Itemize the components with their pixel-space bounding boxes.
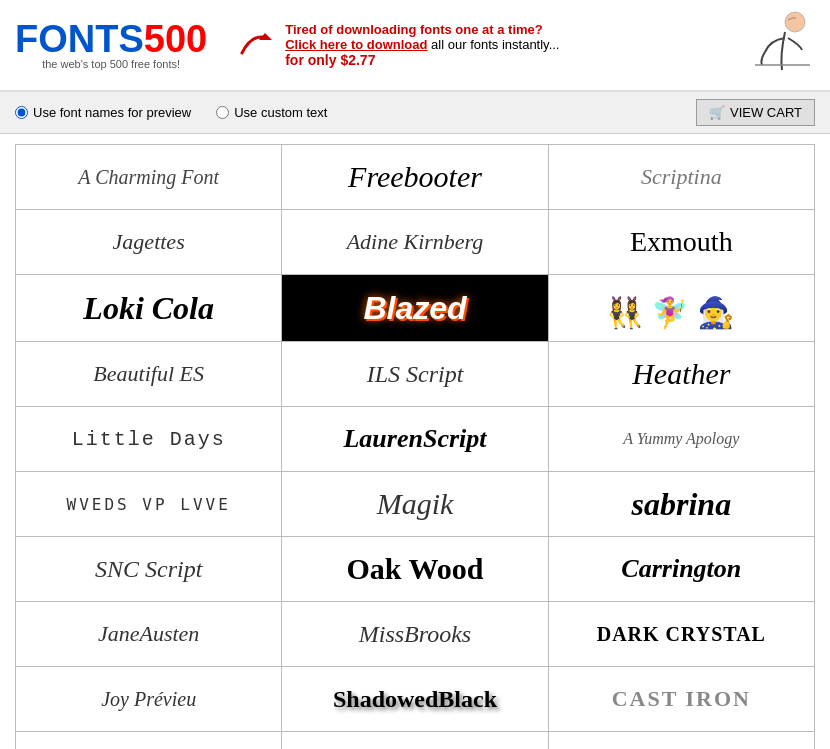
font-grid: A Charming Font Freebooter Scriptina Jag…: [15, 144, 815, 749]
radio-font-names[interactable]: Use font names for preview: [15, 105, 191, 120]
font-cell-blazed[interactable]: Blazed: [282, 275, 548, 342]
radio-custom-text[interactable]: Use custom text: [216, 105, 327, 120]
font-cell-sabrina[interactable]: sabrina: [549, 472, 815, 537]
ad-price: for only $2.77: [285, 52, 559, 68]
font-cell-shadowedblack[interactable]: ShadowedBlack: [282, 667, 548, 732]
ad-line2: Click here to download all our fonts ins…: [285, 37, 559, 52]
font-cell-ils[interactable]: ILS Script: [282, 342, 548, 407]
font-cell-words[interactable]: WVEDS VP LVVE: [16, 472, 282, 537]
font-grid-container: A Charming Font Freebooter Scriptina Jag…: [0, 134, 830, 749]
radio-custom-text-input[interactable]: [216, 106, 229, 119]
font-cell-scriptina[interactable]: Scriptina: [549, 145, 815, 210]
font-cell-missbrooks[interactable]: MissBrooks: [282, 602, 548, 667]
font-cell-magik[interactable]: Magik: [282, 472, 548, 537]
toolbar: Use font names for preview Use custom te…: [0, 92, 830, 134]
view-cart-button[interactable]: 🛒 VIEW CART: [696, 99, 815, 126]
cart-label: VIEW CART: [730, 105, 802, 120]
person-figure: [750, 10, 815, 80]
cart-icon: 🛒: [709, 105, 725, 120]
font-cell-carrington[interactable]: Carrington: [549, 537, 815, 602]
font-cell-a-charming[interactable]: A Charming Font: [16, 145, 282, 210]
font-cell-joy[interactable]: Joy Prévieu: [16, 667, 282, 732]
logo-sub: the web's top 500 free fonts!: [42, 58, 180, 70]
ad-rest: all our fonts instantly...: [431, 37, 559, 52]
font-cell-beautiful[interactable]: Beautiful ES: [16, 342, 282, 407]
ad-line1: Tired of downloading fonts one at a time…: [285, 22, 559, 37]
radio-custom-text-label: Use custom text: [234, 105, 327, 120]
figures-svg: 👯‍♀️ 🧚‍♀️ 🧙‍♀️: [601, 283, 761, 333]
header: FONTS500 the web's top 500 free fonts! T…: [0, 0, 830, 92]
radio-font-names-input[interactable]: [15, 106, 28, 119]
font-cell-littledays[interactable]: Little Days: [16, 407, 282, 472]
font-cell-yummy[interactable]: A Yummy Apology: [549, 407, 815, 472]
font-cell-freebooter[interactable]: Freebooter: [282, 145, 548, 210]
toolbar-left: Use font names for preview Use custom te…: [15, 105, 696, 120]
font-cell-lauren[interactable]: LaurenScript: [282, 407, 548, 472]
font-cell-loki[interactable]: Loki Cola: [16, 275, 282, 342]
arrow-icon: [237, 28, 277, 63]
svg-point-1: [785, 12, 805, 32]
font-cell-darkcrystal[interactable]: DarK CrySTal: [549, 602, 815, 667]
ad-link[interactable]: Click here to download: [285, 37, 427, 52]
logo-text: FONTS500: [15, 20, 207, 58]
font-cell-blackrose[interactable]: Black Rose: [549, 732, 815, 749]
font-cell-castiron[interactable]: CAST IRON: [549, 667, 815, 732]
font-cell-angelina[interactable]: Angelina: [282, 732, 548, 749]
logo[interactable]: FONTS500 the web's top 500 free fonts!: [15, 20, 207, 70]
font-cell-scramble[interactable]: S C R A M B L E: [16, 732, 282, 749]
font-cell-jane[interactable]: JaneAusten: [16, 602, 282, 667]
font-cell-exmouth[interactable]: Exmouth: [549, 210, 815, 275]
radio-font-names-label: Use font names for preview: [33, 105, 191, 120]
font-cell-heather[interactable]: Heather: [549, 342, 815, 407]
font-cell-jagettes[interactable]: Jagettes: [16, 210, 282, 275]
svg-text:👯‍♀️ 🧚‍♀️ 🧙‍♀️: 👯‍♀️ 🧚‍♀️ 🧙‍♀️: [606, 295, 735, 331]
font-cell-figures[interactable]: 👯‍♀️ 🧚‍♀️ 🧙‍♀️: [549, 275, 815, 342]
font-cell-snc[interactable]: SNC Script: [16, 537, 282, 602]
font-cell-adine[interactable]: Adine Kirnberg: [282, 210, 548, 275]
header-ad: Tired of downloading fonts one at a time…: [227, 22, 750, 68]
ad-top-row: Tired of downloading fonts one at a time…: [237, 22, 559, 68]
font-cell-oakwood[interactable]: Oak Wood: [282, 537, 548, 602]
